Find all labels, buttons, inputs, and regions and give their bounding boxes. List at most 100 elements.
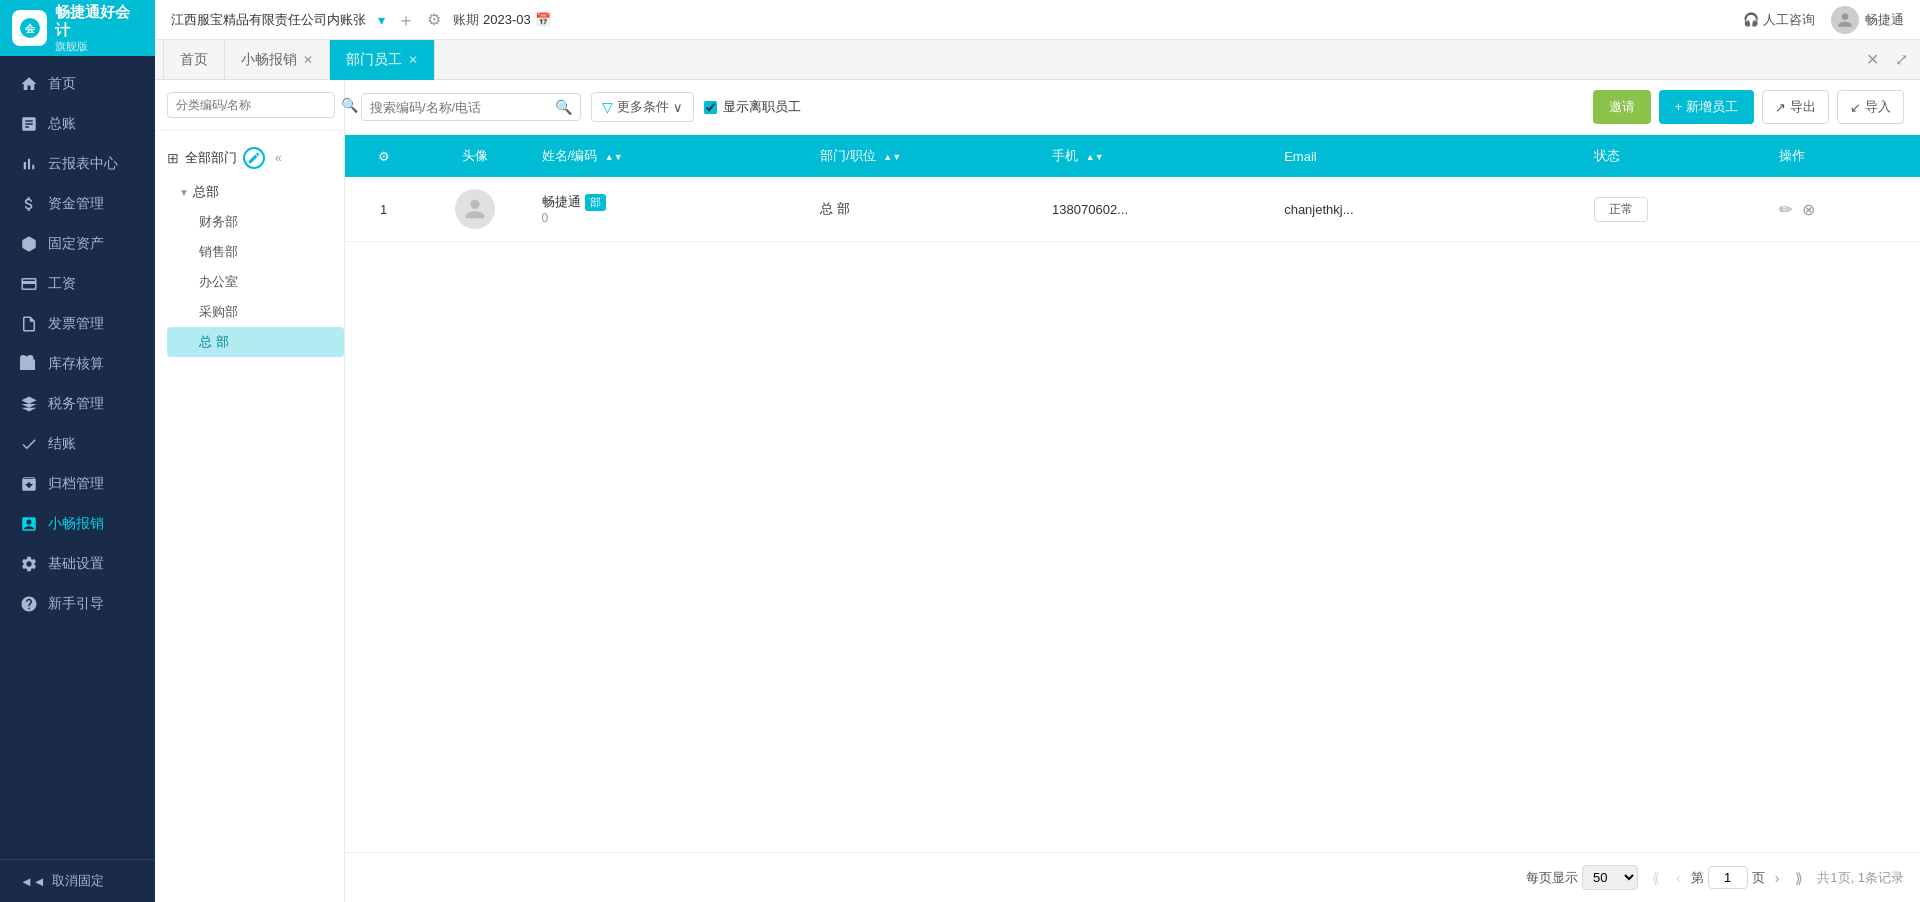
tab-employees-label: 部门员工 — [346, 51, 402, 69]
export-button[interactable]: ↗ 导出 — [1762, 90, 1829, 124]
show-resigned-checkbox[interactable]: 显示离职员工 — [704, 98, 801, 116]
sidebar-item-ledger[interactable]: 总账 — [0, 104, 155, 144]
tab-expense-close[interactable]: ✕ — [303, 53, 313, 67]
page-num-input[interactable] — [1708, 866, 1748, 889]
sidebar-item-tax[interactable]: 税务管理 — [0, 384, 155, 424]
page-unit: 页 — [1752, 869, 1765, 887]
col-header-name[interactable]: 姓名/编码 ▲▼ — [528, 135, 806, 177]
add-company-button[interactable]: ＋ — [397, 8, 415, 32]
calendar-icon[interactable]: 📅 — [535, 12, 551, 27]
table-area: 🔍 ▽ 更多条件 ∨ 显示离职员工 邀请 + 新增员工 ↗ 导出 — [345, 80, 1920, 902]
period-value: 2023-03 — [483, 12, 531, 27]
user-menu[interactable]: 畅捷通 — [1831, 6, 1904, 34]
sort-icon-name: ▲▼ — [605, 153, 623, 162]
pagination: 每页显示 50 100 200 ⟪ ‹ 第 页 › — [345, 852, 1920, 902]
first-page-button[interactable]: ⟪ — [1646, 866, 1666, 890]
import-button[interactable]: ↙ 导入 — [1837, 90, 1904, 124]
company-settings-button[interactable]: ⚙ — [427, 10, 441, 29]
dept-child-headquarters[interactable]: 总 部 — [167, 327, 344, 357]
sidebar-item-assets[interactable]: 固定资产 — [0, 224, 155, 264]
expense-icon — [20, 515, 38, 533]
col-header-avatar: 头像 — [422, 135, 527, 177]
sidebar-item-archive[interactable]: 归档管理 — [0, 464, 155, 504]
sidebar-item-payroll[interactable]: 工资 — [0, 264, 155, 304]
sidebar-item-home[interactable]: 首页 — [0, 64, 155, 104]
tab-expand-action[interactable]: ⤢ — [1891, 46, 1912, 73]
sidebar-item-expense[interactable]: 小畅报销 — [0, 504, 155, 544]
sidebar-item-settings[interactable]: 基础设置 — [0, 544, 155, 584]
support-label: 人工咨询 — [1763, 11, 1815, 29]
show-resigned-input[interactable] — [704, 101, 717, 114]
sidebar-footer-label: 取消固定 — [52, 872, 104, 890]
company-dropdown[interactable]: ▾ — [378, 12, 385, 28]
tab-home[interactable]: 首页 — [163, 40, 225, 80]
dept-child-finance[interactable]: 财务部 — [167, 207, 344, 237]
dept-child-sales[interactable]: 销售部 — [167, 237, 344, 267]
last-page-button[interactable]: ⟫ — [1789, 866, 1809, 890]
topbar-right: 🎧 人工咨询 畅捷通 — [1743, 6, 1904, 34]
logout-button[interactable]: ⊗ — [1802, 200, 1815, 219]
sidebar-item-checkout[interactable]: 结账 — [0, 424, 155, 464]
tab-expense-label: 小畅报销 — [241, 51, 297, 69]
dept-group-header-headquarters[interactable]: ▼ 总部 — [167, 177, 344, 207]
employee-search-input[interactable] — [370, 100, 549, 115]
filter-icon: ▽ — [602, 99, 613, 115]
filter-chevron-icon: ∨ — [673, 100, 683, 115]
prev-page-button[interactable]: ‹ — [1670, 866, 1687, 890]
edit-button[interactable]: ✏ — [1779, 200, 1792, 219]
dept-collapse-icon[interactable]: « — [275, 151, 282, 165]
col-header-settings[interactable]: ⚙ — [345, 135, 422, 177]
dept-child-label-headquarters: 总 部 — [199, 334, 229, 349]
tab-close-action[interactable]: ✕ — [1862, 46, 1883, 73]
tab-employees[interactable]: 部门员工 ✕ — [330, 40, 435, 80]
company-name: 江西服宝精品有限责任公司内账张 — [171, 11, 366, 29]
sidebar-nav: 首页 总账 云报表中心 资金管理 固定资产 — [0, 56, 155, 859]
dept-all-button[interactable]: ⊞ 全部部门 « — [155, 139, 344, 177]
import-label: 导入 — [1865, 98, 1891, 116]
dept-arrow-icon: ▼ — [179, 187, 189, 198]
sidebar-item-guide[interactable]: 新手引导 — [0, 584, 155, 624]
sidebar-label-funds: 资金管理 — [48, 195, 104, 213]
assets-icon — [20, 235, 38, 253]
sidebar-item-reports[interactable]: 云报表中心 — [0, 144, 155, 184]
invite-button[interactable]: 邀请 — [1593, 90, 1651, 124]
pin-left-icon: ◄◄ — [20, 874, 46, 889]
status-badge: 正常 — [1594, 197, 1648, 222]
next-page-button[interactable]: › — [1769, 866, 1786, 890]
payroll-icon — [20, 275, 38, 293]
dept-sidebar: 🔍 ⊞ 全部部门 « ▼ 总部 财务部 — [155, 80, 345, 902]
app-logo-icon: 会 — [12, 10, 47, 46]
dept-edit-badge[interactable] — [243, 147, 265, 169]
add-employee-button[interactable]: + 新增员工 — [1659, 90, 1754, 124]
filter-label: 更多条件 — [617, 98, 669, 116]
filter-button[interactable]: ▽ 更多条件 ∨ — [591, 92, 694, 122]
col-header-phone[interactable]: 手机 ▲▼ — [1038, 135, 1270, 177]
dept-child-procurement[interactable]: 采购部 — [167, 297, 344, 327]
content-area: 🔍 ⊞ 全部部门 « ▼ 总部 财务部 — [155, 80, 1920, 902]
sidebar-label-invoice: 发票管理 — [48, 315, 104, 333]
sidebar-item-funds[interactable]: 资金管理 — [0, 184, 155, 224]
row-avatar — [422, 177, 527, 242]
tab-expense[interactable]: 小畅报销 ✕ — [225, 40, 330, 80]
sidebar-item-invoice[interactable]: 发票管理 — [0, 304, 155, 344]
sidebar-label-tax: 税务管理 — [48, 395, 104, 413]
period-label: 账期 — [453, 11, 479, 29]
sidebar-unpin-button[interactable]: ◄◄ 取消固定 — [0, 859, 155, 902]
per-page-select[interactable]: 50 100 200 — [1582, 865, 1638, 890]
sidebar-item-inventory[interactable]: 库存核算 — [0, 344, 155, 384]
tab-home-label: 首页 — [180, 51, 208, 69]
sort-icon-phone: ▲▼ — [1086, 153, 1104, 162]
support-button[interactable]: 🎧 人工咨询 — [1743, 11, 1815, 29]
gear-icon: ⚙ — [378, 149, 390, 164]
row-name-cell: 畅捷通 部 0 — [528, 177, 806, 242]
row-status: 正常 — [1580, 177, 1766, 242]
per-page-label: 每页显示 — [1526, 869, 1578, 887]
employee-search-icon[interactable]: 🔍 — [555, 99, 572, 115]
col-header-dept[interactable]: 部门/职位 ▲▼ — [806, 135, 1038, 177]
dept-search-input[interactable] — [167, 92, 335, 118]
sidebar-label-archive: 归档管理 — [48, 475, 104, 493]
export-label: 导出 — [1790, 98, 1816, 116]
tab-employees-close[interactable]: ✕ — [408, 53, 418, 67]
dept-child-office[interactable]: 办公室 — [167, 267, 344, 297]
dept-child-label-procurement: 采购部 — [199, 304, 238, 319]
